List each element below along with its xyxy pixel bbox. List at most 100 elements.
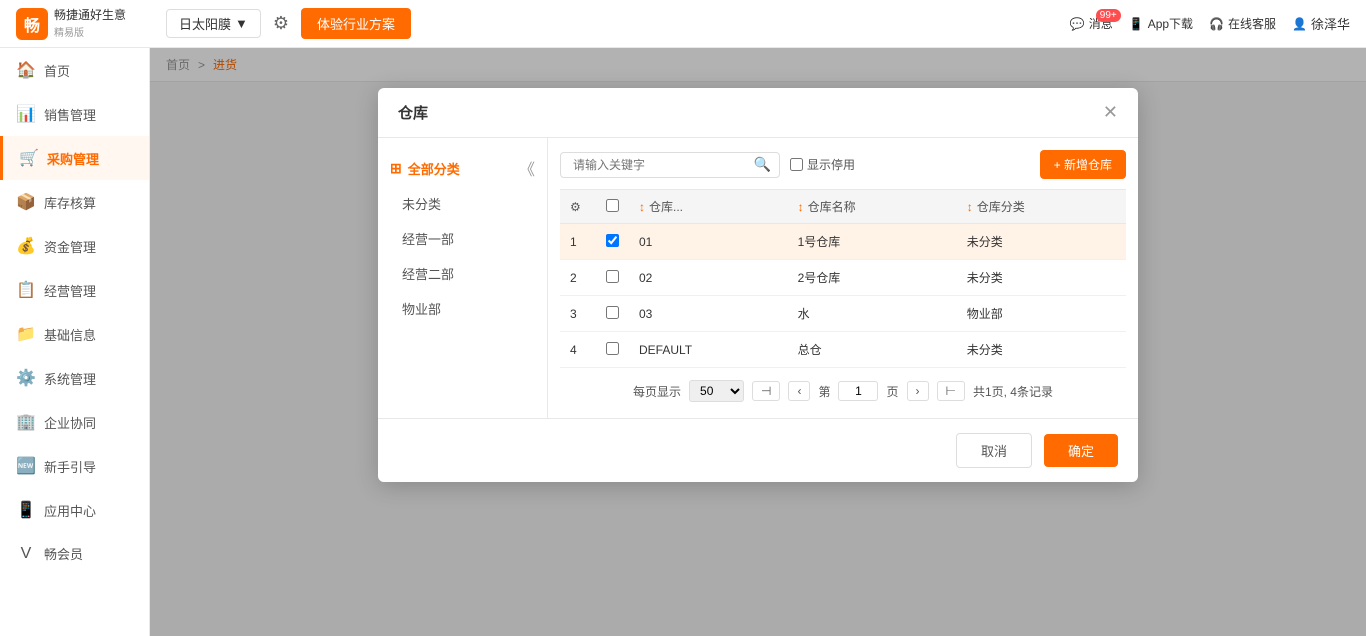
row-select-checkbox[interactable] [606, 342, 619, 355]
nav-icon-operations: 📋 [16, 280, 36, 300]
modal-close-button[interactable]: ✕ [1103, 102, 1118, 123]
row-checkbox[interactable] [596, 296, 629, 332]
sidebar-item-guide[interactable]: 🆕 新手引导 [0, 444, 149, 488]
table-row[interactable]: 3 03 水 物业部 [560, 296, 1126, 332]
customer-service-area[interactable]: 🎧 在线客服 [1209, 15, 1276, 32]
category-item-ops2[interactable]: 经营二部 [378, 256, 547, 291]
nav-icon-finance: 💰 [16, 236, 36, 256]
category-item-ops1[interactable]: 经营一部 [378, 221, 547, 256]
sidebar-label-basic: 基础信息 [44, 325, 96, 344]
row-code: 01 [629, 224, 788, 260]
user-area[interactable]: 👤 徐泽华 [1292, 14, 1350, 33]
header-center: 日太阳膜 ▼ ⚙ 体验行业方案 [166, 8, 1070, 39]
confirm-button[interactable]: 确定 [1044, 434, 1118, 467]
add-warehouse-button[interactable]: + 新增仓库 [1040, 150, 1126, 179]
sidebar-item-enterprise[interactable]: 🏢 企业协同 [0, 400, 149, 444]
message-icon: 💬 [1070, 17, 1085, 31]
row-code: 03 [629, 296, 788, 332]
warehouse-modal: 仓库 ✕ ⊞ 全部分类 《 未分类经营一部经营二部物业部 [378, 88, 1138, 482]
logo-name: 畅捷通好生意 [54, 8, 126, 24]
sidebar-label-enterprise: 企业协同 [44, 413, 96, 432]
nav-icon-system: ⚙️ [16, 368, 36, 388]
category-panel: ⊞ 全部分类 《 未分类经营一部经营二部物业部 [378, 138, 548, 418]
settings-icon[interactable]: ⚙ [273, 13, 289, 34]
row-select-checkbox[interactable] [606, 270, 619, 283]
category-column-header: ↕仓库分类 [957, 190, 1126, 224]
row-code: DEFAULT [629, 332, 788, 368]
nav-icon-enterprise: 🏢 [16, 412, 36, 432]
sidebar-item-sales[interactable]: 📊销售管理 [0, 92, 149, 136]
search-input[interactable] [569, 153, 754, 177]
chevron-down-icon: ▼ [235, 16, 248, 31]
show-disabled-checkbox-label[interactable]: 显示停用 [790, 156, 855, 173]
per-page-select[interactable]: 50 100 200 [689, 380, 744, 402]
show-disabled-checkbox[interactable] [790, 158, 803, 171]
search-box: 🔍 [560, 152, 780, 178]
code-column-header: ↕仓库... [629, 190, 788, 224]
sidebar-label-home: 首页 [44, 61, 70, 80]
modal-body: ⊞ 全部分类 《 未分类经营一部经营二部物业部 🔍 [378, 138, 1138, 418]
header-right: 💬 消息 99+ 📱 App下载 🎧 在线客服 👤 徐泽华 [1070, 14, 1350, 33]
sidebar-item-basic[interactable]: 📁 基础信息 [0, 312, 149, 356]
sidebar-label-operations: 经营管理 [44, 281, 96, 300]
sidebar-item-purchase[interactable]: 🛒 采购管理 [0, 136, 149, 180]
sidebar-item-system[interactable]: ⚙️系统管理 [0, 356, 149, 400]
table-header-row: ⚙ ↕仓库... ↕仓库名称 ↕仓库分类 [560, 190, 1126, 224]
row-category: 未分类 [957, 260, 1126, 296]
name-column-header: ↕仓库名称 [788, 190, 957, 224]
first-page-button[interactable]: ⊣ [752, 381, 780, 401]
collapse-category-button[interactable]: 《 [519, 156, 535, 180]
sidebar-nav: 🏠首页📊销售管理🛒采购管理📦库存核算💰资金管理📋经营管理📁基础信息⚙️系统管理🏢… [0, 48, 149, 575]
search-icon[interactable]: 🔍 [754, 156, 771, 173]
category-item-property[interactable]: 物业部 [378, 291, 547, 326]
sidebar-label-sales: 销售管理 [44, 105, 96, 124]
total-info: 共1页, 4条记录 [973, 383, 1053, 400]
try-industry-button[interactable]: 体验行业方案 [301, 8, 411, 39]
next-page-button[interactable]: › [907, 381, 929, 401]
pagination: 每页显示 50 100 200 ⊣ ‹ 第 页 › ⊢ 共1页, 4条 [560, 368, 1126, 406]
table-row[interactable]: 2 02 2号仓库 未分类 [560, 260, 1126, 296]
row-num: 1 [560, 224, 596, 260]
sidebar-label-guide: 新手引导 [44, 457, 96, 476]
sidebar-item-home[interactable]: 🏠 首页 [0, 48, 149, 92]
row-name: 1号仓库 [788, 224, 957, 260]
nav-icon-basic: 📁 [16, 324, 36, 344]
nav-icon-guide: 🆕 [16, 456, 36, 476]
nav-icon-purchase: 🛒 [19, 148, 39, 168]
row-name: 2号仓库 [788, 260, 957, 296]
nav-icon-home: 🏠 [16, 60, 36, 80]
table-row[interactable]: 1 01 1号仓库 未分类 [560, 224, 1126, 260]
sidebar-label-purchase: 采购管理 [47, 149, 99, 168]
row-num: 3 [560, 296, 596, 332]
cancel-button[interactable]: 取消 [956, 433, 1032, 468]
row-checkbox[interactable] [596, 332, 629, 368]
row-checkbox[interactable] [596, 260, 629, 296]
category-item-unclassified[interactable]: 未分类 [378, 186, 547, 221]
all-category-label: 全部分类 [408, 159, 460, 178]
last-page-button[interactable]: ⊢ [937, 381, 965, 401]
row-category: 未分类 [957, 332, 1126, 368]
row-checkbox[interactable] [596, 224, 629, 260]
checkbox-column-header [596, 190, 629, 224]
sidebar: 🏠首页📊销售管理🛒采购管理📦库存核算💰资金管理📋经营管理📁基础信息⚙️系统管理🏢… [0, 48, 150, 636]
sidebar-label-member: 畅会员 [44, 544, 83, 563]
table-toolbar: 🔍 显示停用 + 新增仓库 [560, 150, 1126, 179]
table-row[interactable]: 4 DEFAULT 总仓 未分类 [560, 332, 1126, 368]
row-select-checkbox[interactable] [606, 306, 619, 319]
user-avatar: 👤 [1292, 17, 1307, 31]
all-category-btn[interactable]: ⊞ 全部分类 [390, 159, 460, 178]
settings-column-header: ⚙ [560, 190, 596, 224]
sidebar-item-operations[interactable]: 📋 经营管理 [0, 268, 149, 312]
sidebar-item-finance[interactable]: 💰资金管理 [0, 224, 149, 268]
app-download-area[interactable]: 📱 App下载 [1129, 15, 1193, 32]
sidebar-item-apps[interactable]: 📱应用中心 [0, 488, 149, 532]
store-selector[interactable]: 日太阳膜 ▼ [166, 9, 261, 38]
sidebar-item-inventory[interactable]: 📦库存核算 [0, 180, 149, 224]
sidebar-item-member[interactable]: V畅会员 [0, 532, 149, 575]
message-area[interactable]: 💬 消息 99+ [1070, 15, 1113, 32]
row-select-checkbox[interactable] [606, 234, 619, 247]
main-layout: 🏠首页📊销售管理🛒采购管理📦库存核算💰资金管理📋经营管理📁基础信息⚙️系统管理🏢… [0, 48, 1366, 636]
prev-page-button[interactable]: ‹ [788, 381, 810, 401]
page-number-input[interactable] [838, 381, 878, 401]
select-all-checkbox[interactable] [606, 199, 619, 212]
